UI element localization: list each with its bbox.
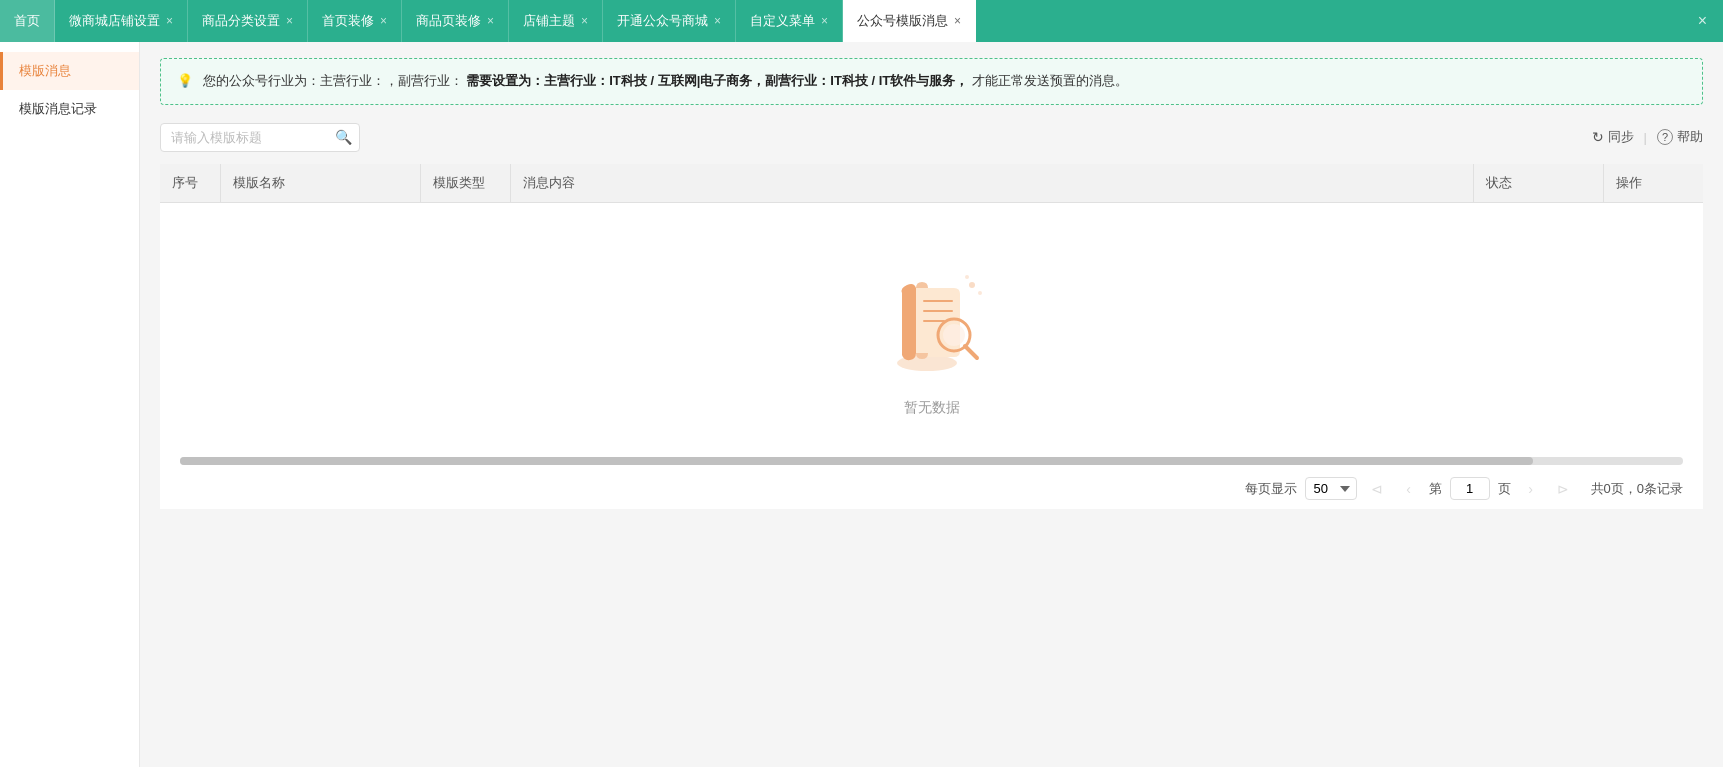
notice-icon: 💡 bbox=[177, 73, 193, 88]
notice-banner: 💡 您的公众号行业为：主营行业：，副营行业： 需要设置为：主营行业：IT科技 /… bbox=[160, 58, 1703, 105]
help-icon: ? bbox=[1657, 129, 1673, 145]
close-product-page-decor[interactable]: × bbox=[487, 15, 494, 27]
close-template-message[interactable]: × bbox=[954, 15, 961, 27]
pagination: 每页显示 10 20 50 100 ⊲ ‹ 第 页 › ⊳ 共0页，0条记录 bbox=[160, 465, 1703, 509]
nav-tab-home[interactable]: 首页 bbox=[0, 0, 55, 42]
help-label: 帮助 bbox=[1677, 128, 1703, 146]
nav-tab-homepage-decor[interactable]: 首页装修 × bbox=[308, 0, 402, 42]
col-name: 模版名称 bbox=[220, 164, 420, 203]
empty-illustration bbox=[872, 263, 992, 383]
nav-tab-custom-menu[interactable]: 自定义菜单 × bbox=[736, 0, 843, 42]
nav-tab-product-category[interactable]: 商品分类设置 × bbox=[188, 0, 308, 42]
scrollbar-track[interactable] bbox=[180, 457, 1683, 465]
empty-text: 暂无数据 bbox=[904, 399, 960, 417]
sidebar-item-template-message-log-label: 模版消息记录 bbox=[19, 101, 97, 116]
last-page-button[interactable]: ⊳ bbox=[1551, 477, 1575, 501]
nav-tab-custom-menu-label: 自定义菜单 bbox=[750, 12, 815, 30]
table-header-row: 序号 模版名称 模版类型 消息内容 状态 操作 bbox=[160, 164, 1703, 203]
close-all-tabs[interactable]: × bbox=[1682, 12, 1723, 30]
nav-tab-product-category-label: 商品分类设置 bbox=[202, 12, 280, 30]
page-size-label: 每页显示 bbox=[1245, 480, 1297, 498]
empty-state: 暂无数据 bbox=[160, 203, 1703, 457]
page-label: 第 bbox=[1429, 480, 1442, 498]
data-table: 序号 模版名称 模版类型 消息内容 状态 操作 bbox=[160, 164, 1703, 457]
svg-line-6 bbox=[965, 346, 977, 358]
page-unit: 页 bbox=[1498, 480, 1511, 498]
sync-label: 同步 bbox=[1608, 128, 1634, 146]
nav-tab-weishop-settings[interactable]: 微商城店铺设置 × bbox=[55, 0, 188, 42]
nav-tab-template-message-label: 公众号模版消息 bbox=[857, 12, 948, 30]
sidebar-item-template-message-log[interactable]: 模版消息记录 bbox=[0, 90, 139, 128]
prev-page-button[interactable]: ‹ bbox=[1397, 477, 1421, 501]
search-bar: 🔍 ↻ 同步 | ? 帮助 bbox=[160, 123, 1703, 152]
svg-point-9 bbox=[965, 275, 969, 279]
notice-prefix: 您的公众号行业为：主营行业：，副营行业： bbox=[203, 73, 463, 88]
notice-suffix: 才能正常发送预置的消息。 bbox=[972, 73, 1128, 88]
help-button[interactable]: ? 帮助 bbox=[1657, 128, 1703, 146]
empty-row: 暂无数据 bbox=[160, 202, 1703, 457]
sync-button[interactable]: ↻ 同步 bbox=[1592, 128, 1634, 146]
main-layout: 模版消息 模版消息记录 💡 您的公众号行业为：主营行业：，副营行业： 需要设置为… bbox=[0, 42, 1723, 767]
nav-tab-product-page-decor[interactable]: 商品页装修 × bbox=[402, 0, 509, 42]
svg-point-8 bbox=[978, 291, 982, 295]
sidebar: 模版消息 模版消息记录 bbox=[0, 42, 140, 767]
svg-point-5 bbox=[943, 324, 965, 346]
page-input[interactable] bbox=[1450, 477, 1490, 500]
top-nav: 首页 微商城店铺设置 × 商品分类设置 × 首页装修 × 商品页装修 × 店铺主… bbox=[0, 0, 1723, 42]
nav-tab-homepage-decor-label: 首页装修 bbox=[322, 12, 374, 30]
col-seq: 序号 bbox=[160, 164, 220, 203]
next-page-button[interactable]: › bbox=[1519, 477, 1543, 501]
close-homepage-decor[interactable]: × bbox=[380, 15, 387, 27]
close-custom-menu[interactable]: × bbox=[821, 15, 828, 27]
nav-tab-weishop-settings-label: 微商城店铺设置 bbox=[69, 12, 160, 30]
nav-tab-shop-theme-label: 店铺主题 bbox=[523, 12, 575, 30]
page-size-select[interactable]: 10 20 50 100 bbox=[1305, 477, 1357, 500]
search-input-wrap: 🔍 bbox=[160, 123, 360, 152]
search-icon[interactable]: 🔍 bbox=[335, 129, 352, 145]
col-action: 操作 bbox=[1603, 164, 1703, 203]
nav-tab-home-label: 首页 bbox=[14, 12, 40, 30]
pagination-total-info: 共0页，0条记录 bbox=[1591, 480, 1683, 498]
scrollbar-thumb[interactable] bbox=[180, 457, 1533, 465]
col-type: 模版类型 bbox=[420, 164, 510, 203]
sidebar-item-template-message[interactable]: 模版消息 bbox=[0, 52, 139, 90]
sidebar-item-template-message-label: 模版消息 bbox=[19, 63, 71, 78]
nav-tab-shop-theme[interactable]: 店铺主题 × bbox=[509, 0, 603, 42]
nav-tab-open-wechat-shop-label: 开通公众号商城 bbox=[617, 12, 708, 30]
notice-highlight: 需要设置为：主营行业：IT科技 / 互联网|电子商务，副营行业：IT科技 / I… bbox=[466, 73, 968, 88]
col-status: 状态 bbox=[1473, 164, 1603, 203]
sync-icon: ↻ bbox=[1592, 129, 1604, 145]
svg-point-7 bbox=[969, 282, 975, 288]
scrollbar-area[interactable] bbox=[160, 457, 1703, 465]
first-page-button[interactable]: ⊲ bbox=[1365, 477, 1389, 501]
main-content: 💡 您的公众号行业为：主营行业：，副营行业： 需要设置为：主营行业：IT科技 /… bbox=[140, 42, 1723, 767]
toolbar-right: ↻ 同步 | ? 帮助 bbox=[1592, 128, 1703, 146]
col-content: 消息内容 bbox=[510, 164, 1473, 203]
nav-tab-open-wechat-shop[interactable]: 开通公众号商城 × bbox=[603, 0, 736, 42]
table-container: 序号 模版名称 模版类型 消息内容 状态 操作 bbox=[160, 164, 1703, 457]
toolbar-divider: | bbox=[1644, 130, 1647, 145]
nav-tab-template-message[interactable]: 公众号模版消息 × bbox=[843, 0, 976, 42]
close-open-wechat-shop[interactable]: × bbox=[714, 15, 721, 27]
close-shop-theme[interactable]: × bbox=[581, 15, 588, 27]
close-product-category[interactable]: × bbox=[286, 15, 293, 27]
nav-tab-product-page-decor-label: 商品页装修 bbox=[416, 12, 481, 30]
search-input[interactable] bbox=[160, 123, 360, 152]
close-weishop-settings[interactable]: × bbox=[166, 15, 173, 27]
